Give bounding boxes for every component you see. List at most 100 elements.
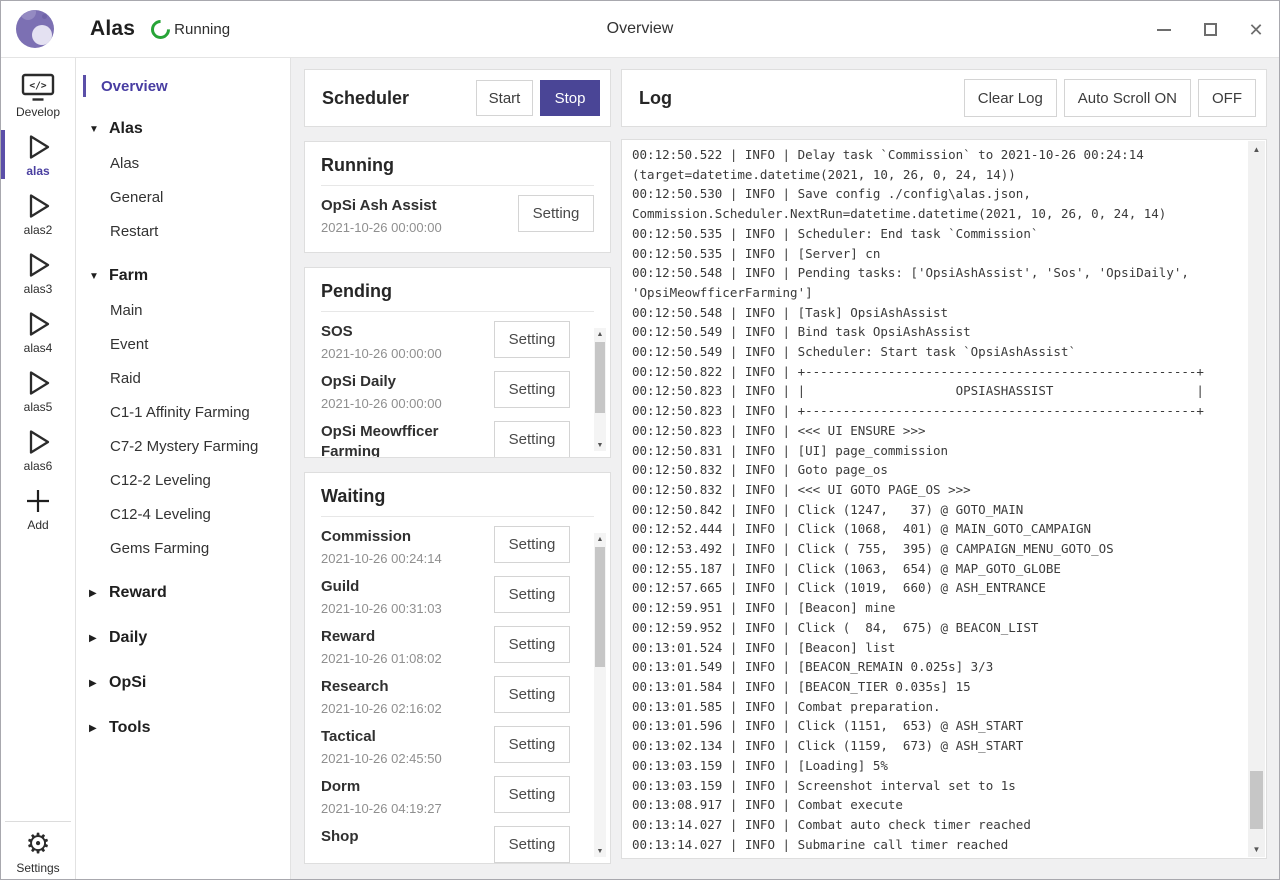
nav-item-general[interactable]: General — [76, 180, 290, 214]
scroll-down-icon[interactable]: ▼ — [594, 845, 606, 857]
plus-icon — [23, 486, 53, 516]
nav-item-gems-farming[interactable]: Gems Farming — [76, 531, 290, 565]
rail-item-label: Develop — [16, 105, 60, 119]
task-setting-button[interactable]: Setting — [494, 676, 570, 713]
maximize-icon — [1204, 23, 1217, 36]
pending-scrollbar[interactable]: ▲ ▼ — [594, 328, 606, 451]
rail-item-label: alas6 — [24, 459, 53, 473]
task-name: Tactical — [321, 725, 491, 747]
scroll-up-icon[interactable]: ▲ — [1248, 141, 1265, 157]
maximize-button[interactable] — [1201, 21, 1219, 39]
rail-item-label: Add — [27, 518, 48, 532]
nav-item-main[interactable]: Main — [76, 293, 290, 327]
nav-item-c12-2-leveling[interactable]: C12-2 Leveling — [76, 463, 290, 497]
rail-item-alas4[interactable]: alas4 — [1, 302, 75, 361]
scroll-up-icon[interactable]: ▲ — [594, 328, 606, 340]
rail-item-alas6[interactable]: alas6 — [1, 420, 75, 479]
scroll-up-icon[interactable]: ▲ — [594, 533, 606, 545]
minimize-button[interactable] — [1155, 21, 1173, 39]
task-item: OpSi Daily2021-10-26 00:00:00Setting — [321, 370, 594, 420]
task-setting-button[interactable]: Setting — [494, 826, 570, 863]
close-button[interactable]: ✕ — [1247, 21, 1265, 39]
task-setting-button[interactable]: Setting — [494, 421, 570, 458]
start-button[interactable]: Start — [476, 80, 533, 116]
nav-group-label: OpSi — [109, 674, 146, 692]
status-label: Running — [174, 21, 230, 38]
stop-button[interactable]: Stop — [540, 80, 600, 116]
task-item: Tactical2021-10-26 02:45:50Setting — [321, 725, 594, 775]
task-name: Dorm — [321, 775, 491, 797]
task-item: SOS2021-10-26 00:00:00Setting — [321, 320, 594, 370]
chevron-right-icon: ▶ — [89, 633, 109, 644]
rail-item-settings[interactable]: ⚙ Settings — [1, 822, 75, 880]
task-setting-button[interactable]: Setting — [494, 626, 570, 663]
log-output: 00:12:50.522 | INFO | Delay task `Commis… — [632, 145, 1238, 854]
nav-group-label: Tools — [109, 719, 150, 737]
alas-logo-icon — [16, 10, 54, 48]
task-name: Research — [321, 675, 491, 697]
gear-icon: ⚙ — [25, 829, 50, 859]
chevron-right-icon: ▶ — [89, 723, 109, 734]
task-item: Reward2021-10-26 01:08:02Setting — [321, 625, 594, 675]
rail-item-alas2[interactable]: alas2 — [1, 184, 75, 243]
scroll-down-icon[interactable]: ▼ — [1248, 841, 1265, 857]
task-setting-button[interactable]: Setting — [518, 195, 594, 232]
scrollbar-thumb[interactable] — [595, 547, 605, 667]
app-title: Alas — [90, 17, 135, 41]
play-icon — [23, 309, 53, 339]
nav-item-event[interactable]: Event — [76, 327, 290, 361]
task-name: SOS — [321, 320, 491, 342]
nav-item-overview[interactable]: Overview — [76, 71, 290, 101]
play-icon — [23, 132, 53, 162]
task-setting-button[interactable]: Setting — [494, 526, 570, 563]
task-setting-button[interactable]: Setting — [494, 776, 570, 813]
title-bar: Alas Running Overview ✕ — [1, 1, 1279, 58]
app-window: Alas Running Overview ✕ </> Develop alas al… — [0, 0, 1280, 880]
nav-item-c12-4-leveling[interactable]: C12-4 Leveling — [76, 497, 290, 531]
icon-rail: </> Develop alas alas2 alas3alas4alas5 alas6 A… — [1, 58, 76, 880]
code-monitor-icon: </> — [21, 73, 55, 103]
nav-item-raid[interactable]: Raid — [76, 361, 290, 395]
nav-group-tools[interactable]: ▶Tools — [76, 711, 290, 745]
scrollbar-thumb[interactable] — [1250, 771, 1263, 829]
main-content: Scheduler Start Stop Running OpSi Ash As… — [291, 58, 1280, 880]
nav-menu: Overview ▼AlasAlasGeneralRestart▼FarmMai… — [76, 58, 291, 880]
nav-item-restart[interactable]: Restart — [76, 214, 290, 248]
log-scrollbar[interactable]: ▲ ▼ — [1248, 141, 1265, 857]
scrollbar-thumb[interactable] — [595, 342, 605, 413]
nav-group-reward[interactable]: ▶Reward — [76, 576, 290, 610]
autoscroll-off-button[interactable]: OFF — [1198, 79, 1256, 117]
clear-log-button[interactable]: Clear Log — [964, 79, 1057, 117]
waiting-scrollbar[interactable]: ▲ ▼ — [594, 533, 606, 857]
scheduler-status: Running — [151, 20, 230, 39]
rail-item-alas5[interactable]: alas5 — [1, 361, 75, 420]
rail-item-label: alas2 — [24, 223, 53, 237]
nav-group-alas[interactable]: ▼Alas — [76, 112, 290, 146]
pending-card: Pending SOS2021-10-26 00:00:00SettingOpS… — [304, 267, 611, 458]
nav-group-label: Alas — [109, 120, 143, 138]
autoscroll-on-button[interactable]: Auto Scroll ON — [1064, 79, 1191, 117]
task-setting-button[interactable]: Setting — [494, 576, 570, 613]
task-item: OpSi Meowfficer FarmingSetting — [321, 420, 594, 458]
running-card-title: Running — [321, 155, 594, 186]
nav-item-c7-2-mystery-farming[interactable]: C7-2 Mystery Farming — [76, 429, 290, 463]
play-icon — [23, 427, 53, 457]
scroll-down-icon[interactable]: ▼ — [594, 439, 606, 451]
rail-item-develop[interactable]: </> Develop — [1, 66, 75, 125]
nav-group-farm[interactable]: ▼Farm — [76, 259, 290, 293]
nav-group-label: Reward — [109, 584, 167, 602]
play-icon — [23, 368, 53, 398]
nav-item-c1-1-affinity-farming[interactable]: C1-1 Affinity Farming — [76, 395, 290, 429]
nav-item-alas[interactable]: Alas — [76, 146, 290, 180]
chevron-right-icon: ▶ — [89, 678, 109, 689]
pending-card-title: Pending — [321, 281, 594, 312]
task-setting-button[interactable]: Setting — [494, 726, 570, 763]
task-setting-button[interactable]: Setting — [494, 371, 570, 408]
nav-group-opsi[interactable]: ▶OpSi — [76, 666, 290, 700]
rail-item-label: alas — [26, 164, 49, 178]
rail-item-add[interactable]: Add — [1, 479, 75, 538]
rail-item-alas[interactable]: alas — [1, 125, 75, 184]
task-setting-button[interactable]: Setting — [494, 321, 570, 358]
nav-group-daily[interactable]: ▶Daily — [76, 621, 290, 655]
rail-item-alas3[interactable]: alas3 — [1, 243, 75, 302]
